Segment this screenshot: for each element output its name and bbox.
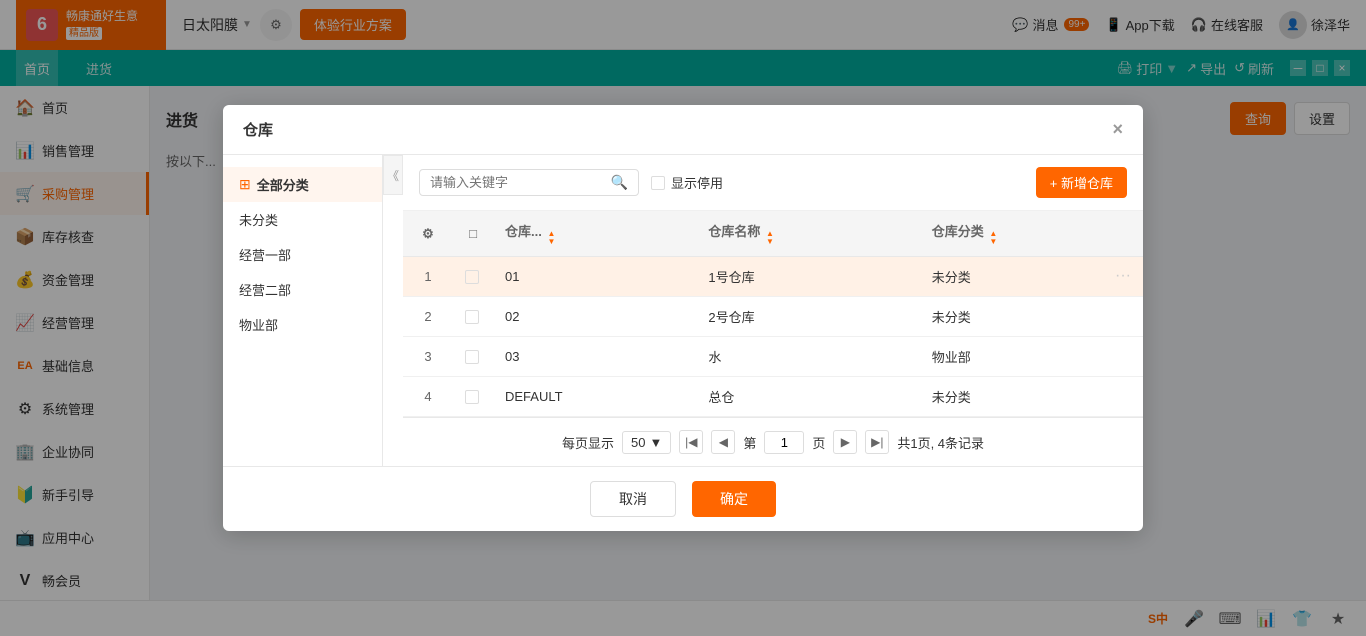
row-check[interactable] xyxy=(453,337,493,377)
row-code: 03 xyxy=(493,337,696,377)
next-page-button[interactable]: ▶ xyxy=(833,430,857,454)
table-row[interactable]: 4 DEFAULT 总仓 未分类 xyxy=(403,377,1143,417)
per-page-selector[interactable]: 50 ▼ xyxy=(622,431,671,454)
search-box: 🔍 xyxy=(419,169,639,196)
row-code: DEFAULT xyxy=(493,377,696,417)
row-name: 水 xyxy=(696,337,919,377)
row-check[interactable] xyxy=(453,257,493,297)
category-property[interactable]: 物业部 xyxy=(223,307,382,342)
first-page-button[interactable]: |◀ xyxy=(679,430,703,454)
table-row[interactable]: 1 01 1号仓库 未分类 ··· xyxy=(403,257,1143,297)
category-all[interactable]: ⊞ 全部分类 xyxy=(223,167,382,202)
category-sidebar: ⊞ 全部分类 未分类 经营一部 经营二部 物业部 xyxy=(223,155,383,466)
modal-overlay: 仓库 × ⊞ 全部分类 未分类 经营一部 经营二部 xyxy=(0,0,1366,636)
total-info: 共1页, 4条记录 xyxy=(897,433,984,452)
confirm-button[interactable]: 确定 xyxy=(692,481,776,517)
table-row[interactable]: 2 02 2号仓库 未分类 xyxy=(403,297,1143,337)
row-code: 02 xyxy=(493,297,696,337)
sidebar-collapse-button[interactable]: 《 xyxy=(383,155,403,195)
row-check[interactable] xyxy=(453,377,493,417)
modal-footer: 取消 确定 xyxy=(223,466,1143,531)
row-num: 3 xyxy=(403,337,453,377)
grid-icon: ⊞ xyxy=(239,176,251,193)
row-category: 未分类 xyxy=(920,297,1143,337)
row-num: 1 xyxy=(403,257,453,297)
search-icon[interactable]: 🔍 xyxy=(611,174,628,191)
per-page-label: 每页显示 xyxy=(562,433,614,452)
row-num: 4 xyxy=(403,377,453,417)
row-code: 01 xyxy=(493,257,696,297)
search-input[interactable] xyxy=(430,175,611,190)
row-category: 未分类 xyxy=(920,377,1143,417)
modal-title: 仓库 xyxy=(243,119,273,140)
modal-header: 仓库 × xyxy=(223,105,1143,155)
category-operation2[interactable]: 经营二部 xyxy=(223,272,382,307)
disabled-checkbox[interactable] xyxy=(651,176,665,190)
modal-main: 🔍 显示停用 + 新增仓库 ⚙ □ xyxy=(403,155,1143,466)
warehouse-table: ⚙ □ 仓库... ▲▼ 仓库名称 ▲▼ xyxy=(403,211,1143,417)
col-name[interactable]: 仓库名称 ▲▼ xyxy=(696,211,919,257)
warehouse-modal: 仓库 × ⊞ 全部分类 未分类 经营一部 经营二部 xyxy=(223,105,1143,531)
page-input[interactable] xyxy=(764,431,804,454)
col-code[interactable]: 仓库... ▲▼ xyxy=(493,211,696,257)
show-disabled-checkbox: 显示停用 xyxy=(651,173,723,192)
page-label: 第 xyxy=(743,433,756,452)
row-check[interactable] xyxy=(453,297,493,337)
modal-toolbar: 🔍 显示停用 + 新增仓库 xyxy=(403,155,1143,211)
row-num: 2 xyxy=(403,297,453,337)
pagination: 每页显示 50 ▼ |◀ ◀ 第 页 ▶ ▶| 共1页, 4条记录 xyxy=(403,417,1143,466)
row-category: 未分类 ··· xyxy=(920,257,1143,297)
row-name: 2号仓库 xyxy=(696,297,919,337)
row-name: 1号仓库 xyxy=(696,257,919,297)
page-suffix: 页 xyxy=(812,433,825,452)
row-name: 总仓 xyxy=(696,377,919,417)
sort-arrows-code: ▲▼ xyxy=(547,230,555,246)
col-checkbox[interactable]: □ xyxy=(453,211,493,257)
table-row[interactable]: 3 03 水 物业部 xyxy=(403,337,1143,377)
modal-body: ⊞ 全部分类 未分类 经营一部 经营二部 物业部 《 xyxy=(223,155,1143,466)
category-operation1[interactable]: 经营一部 xyxy=(223,237,382,272)
modal-close-button[interactable]: × xyxy=(1112,119,1123,140)
cancel-button[interactable]: 取消 xyxy=(590,481,676,517)
add-warehouse-button[interactable]: + 新增仓库 xyxy=(1036,167,1127,198)
sort-arrows-category: ▲▼ xyxy=(989,230,997,246)
prev-page-button[interactable]: ◀ xyxy=(711,430,735,454)
last-page-button[interactable]: ▶| xyxy=(865,430,889,454)
sort-arrows-name: ▲▼ xyxy=(766,230,774,246)
row-category: 物业部 xyxy=(920,337,1143,377)
col-settings[interactable]: ⚙ xyxy=(403,211,453,257)
category-uncategorized[interactable]: 未分类 xyxy=(223,202,382,237)
col-category[interactable]: 仓库分类 ▲▼ xyxy=(920,211,1143,257)
